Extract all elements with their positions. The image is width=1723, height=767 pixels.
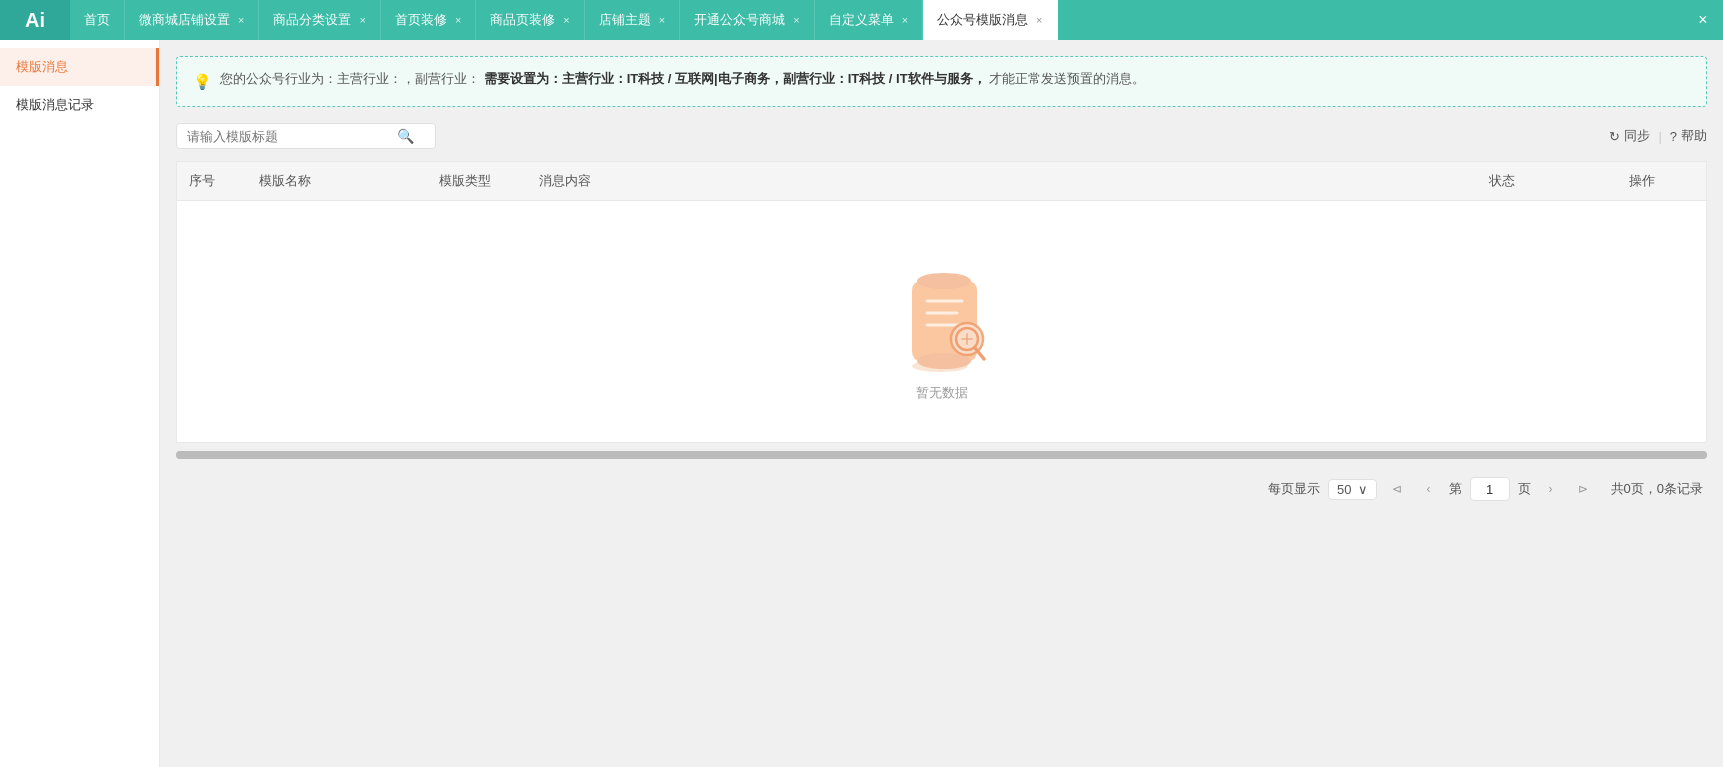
- search-input-wrapper[interactable]: 🔍: [176, 123, 436, 149]
- close-tab-shop-settings[interactable]: ×: [238, 14, 244, 26]
- empty-state: 暂无数据: [177, 201, 1706, 442]
- table-header-action: 操作: [1617, 162, 1707, 201]
- help-icon: ?: [1670, 129, 1677, 144]
- nav-tab-template-message[interactable]: 公众号模版消息×: [923, 0, 1057, 40]
- close-tab-shop-theme[interactable]: ×: [659, 14, 665, 26]
- close-tab-category-settings[interactable]: ×: [359, 14, 365, 26]
- page-size-select[interactable]: 50 ∨: [1328, 479, 1376, 500]
- divider: |: [1658, 129, 1661, 144]
- close-tab-product-decor[interactable]: ×: [563, 14, 569, 26]
- nav-tab-open-wechat-shop[interactable]: 开通公众号商城×: [680, 0, 814, 40]
- prev-page-button[interactable]: ‹: [1417, 477, 1441, 501]
- notice-icon: 💡: [193, 70, 212, 94]
- nav-tab-product-decor[interactable]: 商品页装修×: [476, 0, 584, 40]
- search-input[interactable]: [187, 129, 397, 144]
- close-tab-template-message[interactable]: ×: [1036, 14, 1042, 26]
- empty-text: 暂无数据: [197, 384, 1686, 402]
- sync-icon: ↻: [1609, 129, 1620, 144]
- empty-illustration: [882, 261, 1002, 381]
- search-button[interactable]: 🔍: [397, 128, 414, 144]
- close-all-button[interactable]: ×: [1683, 0, 1723, 40]
- table-header-status: 状态: [1477, 162, 1617, 201]
- nav-tab-shop-theme[interactable]: 店铺主题×: [585, 0, 680, 40]
- nav-tab-shop-settings[interactable]: 微商城店铺设置×: [125, 0, 259, 40]
- close-tab-homepage-decor[interactable]: ×: [455, 14, 461, 26]
- table-body: 暂无数据: [177, 201, 1707, 443]
- nav-tab-category-settings[interactable]: 商品分类设置×: [259, 0, 380, 40]
- current-page-input[interactable]: [1470, 477, 1510, 501]
- help-button[interactable]: ? 帮助: [1670, 127, 1707, 145]
- close-tab-custom-menu[interactable]: ×: [902, 14, 908, 26]
- nav-tabs-container: 首页微商城店铺设置×商品分类设置×首页装修×商品页装修×店铺主题×开通公众号商城…: [70, 0, 1683, 40]
- search-bar: 🔍 ↻ 同步 | ? 帮助: [176, 123, 1707, 149]
- nav-tab-homepage-decor[interactable]: 首页装修×: [381, 0, 476, 40]
- notice-banner: 💡 您的公众号行业为：主营行业：，副营行业： 需要设置为：主营行业：IT科技 /…: [176, 56, 1707, 107]
- main-layout: 模版消息模版消息记录 💡 您的公众号行业为：主营行业：，副营行业： 需要设置为：…: [0, 40, 1723, 767]
- scrollbar-thumb[interactable]: [176, 451, 1707, 459]
- sidebar: 模版消息模版消息记录: [0, 40, 160, 767]
- nav-tab-custom-menu[interactable]: 自定义菜单×: [815, 0, 923, 40]
- page-size-label: 每页显示: [1268, 480, 1320, 498]
- last-page-button[interactable]: ⊳: [1571, 477, 1595, 501]
- page-label: 第: [1449, 480, 1462, 498]
- table-header-row: 序号模版名称模版类型消息内容状态操作: [177, 162, 1707, 201]
- next-page-button[interactable]: ›: [1539, 477, 1563, 501]
- close-tab-open-wechat-shop[interactable]: ×: [793, 14, 799, 26]
- app-logo: Ai: [0, 0, 70, 40]
- empty-state-row: 暂无数据: [177, 201, 1707, 443]
- svg-point-1: [917, 273, 971, 289]
- table-header-name: 模版名称: [247, 162, 427, 201]
- page-total-label: 共0页，0条记录: [1611, 480, 1703, 498]
- pagination: 每页显示 50 ∨ ⊲ ‹ 第 页 › ⊳ 共0页，0条记录: [176, 467, 1707, 511]
- top-navigation: Ai 首页微商城店铺设置×商品分类设置×首页装修×商品页装修×店铺主题×开通公众…: [0, 0, 1723, 40]
- sidebar-item-template-message[interactable]: 模版消息: [0, 48, 159, 86]
- sidebar-item-template-message-record[interactable]: 模版消息记录: [0, 86, 159, 124]
- chevron-down-icon: ∨: [1358, 482, 1368, 497]
- first-page-button[interactable]: ⊲: [1385, 477, 1409, 501]
- notice-text: 您的公众号行业为：主营行业：，副营行业： 需要设置为：主营行业：IT科技 / 互…: [220, 69, 1145, 90]
- data-table: 序号模版名称模版类型消息内容状态操作: [176, 161, 1707, 443]
- sync-button[interactable]: ↻ 同步: [1609, 127, 1650, 145]
- page-unit-label: 页: [1518, 480, 1531, 498]
- table-header-type: 模版类型: [427, 162, 527, 201]
- table-header-seq: 序号: [177, 162, 247, 201]
- horizontal-scrollbar[interactable]: [176, 451, 1707, 459]
- table-header-content: 消息内容: [527, 162, 1477, 201]
- content-area: 💡 您的公众号行业为：主营行业：，副营行业： 需要设置为：主营行业：IT科技 /…: [160, 40, 1723, 767]
- table-header: 序号模版名称模版类型消息内容状态操作: [177, 162, 1707, 201]
- nav-tab-home[interactable]: 首页: [70, 0, 125, 40]
- search-actions: ↻ 同步 | ? 帮助: [1609, 127, 1707, 145]
